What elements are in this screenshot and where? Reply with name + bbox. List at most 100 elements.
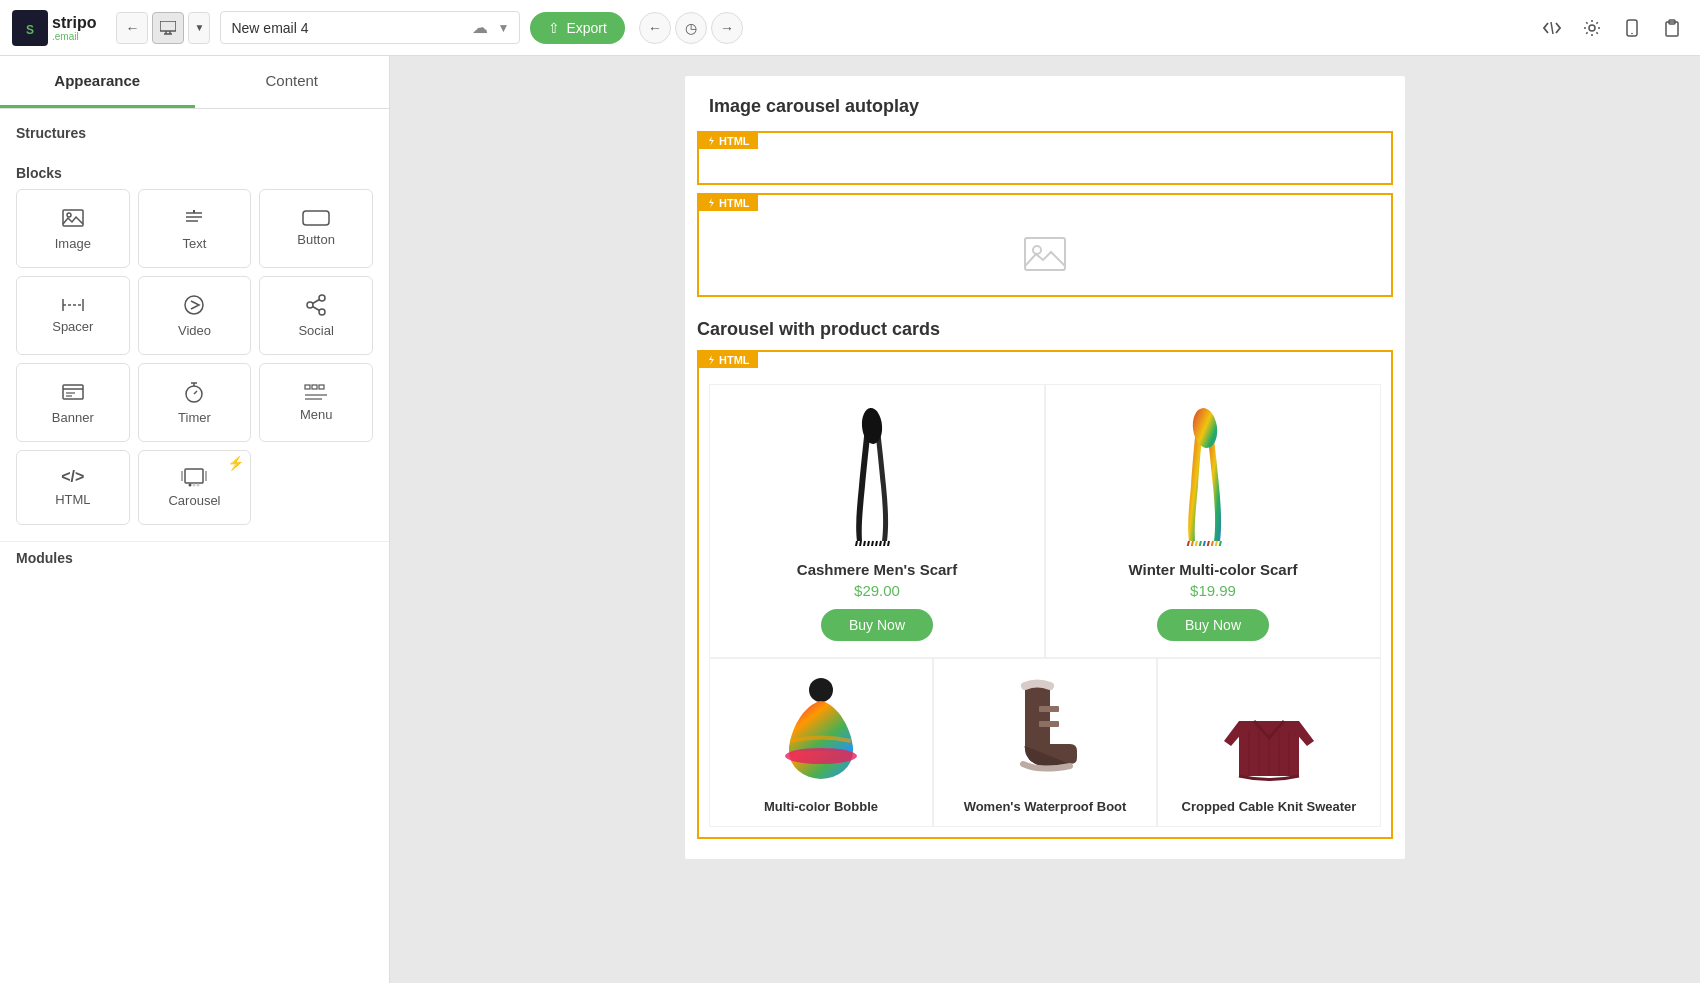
- timer-block-label: Timer: [178, 410, 211, 425]
- block-text[interactable]: Text: [138, 189, 252, 268]
- product-img-3: [766, 671, 876, 791]
- tab-content[interactable]: Content: [195, 56, 390, 108]
- svg-line-59: [879, 541, 881, 546]
- settings-button[interactable]: [1576, 12, 1608, 44]
- svg-rect-38: [319, 385, 324, 389]
- code-view-button[interactable]: [1536, 12, 1568, 44]
- svg-text:S: S: [26, 23, 34, 37]
- cloud-save-button[interactable]: ☁: [470, 16, 490, 39]
- svg-line-35: [194, 391, 197, 394]
- banner-block-icon: [61, 380, 85, 404]
- svg-line-27: [313, 300, 320, 304]
- tab-appearance[interactable]: Appearance: [0, 56, 195, 108]
- svg-line-64: [1190, 541, 1193, 546]
- product-2-buy-button[interactable]: Buy Now: [1157, 609, 1269, 641]
- block-image[interactable]: Image: [16, 189, 130, 268]
- block-menu[interactable]: Menu: [259, 363, 373, 442]
- block-spacer[interactable]: Spacer: [16, 276, 130, 355]
- section-modules: Modules: [0, 541, 389, 574]
- svg-rect-49: [1025, 238, 1065, 270]
- product-cards-content: Cashmere Men's Scarf $29.00 Buy Now: [709, 362, 1381, 827]
- app-header: S stripo .email ← ▼ ☁ ▼ ⇧ Export ← ◷: [0, 0, 1700, 56]
- section2-title: Carousel with product cards: [697, 319, 940, 339]
- lightning-icon-3: [707, 355, 715, 365]
- modules-label: Modules: [16, 550, 73, 566]
- svg-line-54: [859, 541, 861, 546]
- block-banner[interactable]: Banner: [16, 363, 130, 442]
- product-img-5: [1214, 671, 1324, 791]
- svg-line-60: [883, 541, 885, 546]
- svg-marker-47: [709, 136, 714, 146]
- desktop-view-button[interactable]: [152, 12, 184, 44]
- main-layout: Appearance Content Structures Blocks Ima…: [0, 56, 1700, 983]
- left-sidebar: Appearance Content Structures Blocks Ima…: [0, 56, 390, 983]
- email-title-bar: ☁ ▼: [220, 11, 520, 44]
- text-icon: [182, 206, 206, 230]
- svg-rect-76: [1039, 721, 1059, 727]
- export-icon: ⇧: [548, 20, 560, 36]
- product-1-buy-button[interactable]: Buy Now: [821, 609, 933, 641]
- spacer-block-icon: [61, 297, 85, 313]
- section1-header: Image carousel autoplay: [685, 76, 1405, 127]
- mobile-icon: [1626, 19, 1638, 37]
- svg-line-71: [1218, 541, 1221, 546]
- menu-icon: [304, 383, 328, 401]
- svg-line-58: [875, 541, 877, 546]
- html-block-3[interactable]: HTML: [697, 350, 1393, 839]
- html-tag-3: HTML: [699, 352, 758, 368]
- redo-button[interactable]: →: [711, 12, 743, 44]
- svg-rect-37: [312, 385, 317, 389]
- svg-point-50: [1033, 246, 1041, 254]
- desktop-icon: [160, 21, 176, 35]
- button-icon: [302, 210, 330, 226]
- canvas-area: Image carousel autoplay HTML HTML: [390, 56, 1700, 983]
- svg-line-66: [1198, 541, 1201, 546]
- svg-point-44: [189, 484, 192, 487]
- export-button[interactable]: ⇧ Export: [530, 12, 624, 44]
- block-video[interactable]: Video: [138, 276, 252, 355]
- text-block-label: Text: [183, 236, 207, 251]
- bobble-hat-svg: [776, 676, 866, 786]
- section-structures: Structures: [0, 109, 389, 149]
- right-toolbar: [1536, 12, 1688, 44]
- block-html[interactable]: </> HTML: [16, 450, 130, 525]
- product-row-2: Multi-color Bobble: [709, 658, 1381, 827]
- block-button[interactable]: Button: [259, 189, 373, 268]
- svg-line-63: [1186, 541, 1189, 546]
- video-block-label: Video: [178, 323, 211, 338]
- svg-line-53: [855, 541, 857, 546]
- html-block-1[interactable]: HTML: [697, 131, 1393, 185]
- view-dropdown-button[interactable]: ▼: [188, 12, 210, 44]
- product-card-5: Cropped Cable Knit Sweater: [1157, 658, 1381, 827]
- svg-line-55: [863, 541, 865, 546]
- block-carousel[interactable]: ⚡ Carousel: [138, 450, 252, 525]
- email-title-input[interactable]: [231, 20, 461, 36]
- html-block-2-content: [709, 205, 1381, 285]
- mobile-view-button[interactable]: [1616, 12, 1648, 44]
- svg-line-65: [1194, 541, 1197, 546]
- svg-line-67: [1202, 541, 1205, 546]
- block-social[interactable]: Social: [259, 276, 373, 355]
- svg-point-9: [1631, 32, 1633, 34]
- back-button[interactable]: ←: [116, 12, 148, 44]
- image-block-icon: [61, 206, 85, 230]
- product-img-1: [807, 401, 947, 551]
- product-row-1: Cashmere Men's Scarf $29.00 Buy Now: [709, 384, 1381, 658]
- svg-point-45: [193, 484, 196, 487]
- html-block-2[interactable]: HTML: [697, 193, 1393, 297]
- email-canvas: Image carousel autoplay HTML HTML: [685, 76, 1405, 859]
- menu-block-icon: [304, 383, 328, 401]
- history-button[interactable]: ◷: [675, 12, 707, 44]
- block-timer[interactable]: Timer: [138, 363, 252, 442]
- title-dropdown-icon[interactable]: ▼: [498, 21, 510, 35]
- svg-point-74: [785, 748, 857, 764]
- svg-point-23: [319, 295, 325, 301]
- carousel-badge-icon: ⚡: [227, 455, 244, 471]
- html-tag-1: HTML: [699, 133, 758, 149]
- video-icon: [182, 293, 206, 317]
- product-4-name: Women's Waterproof Boot: [964, 799, 1127, 814]
- undo-button[interactable]: ←: [639, 12, 671, 44]
- clipboard-button[interactable]: [1656, 12, 1688, 44]
- svg-line-57: [871, 541, 873, 546]
- svg-rect-36: [305, 385, 310, 389]
